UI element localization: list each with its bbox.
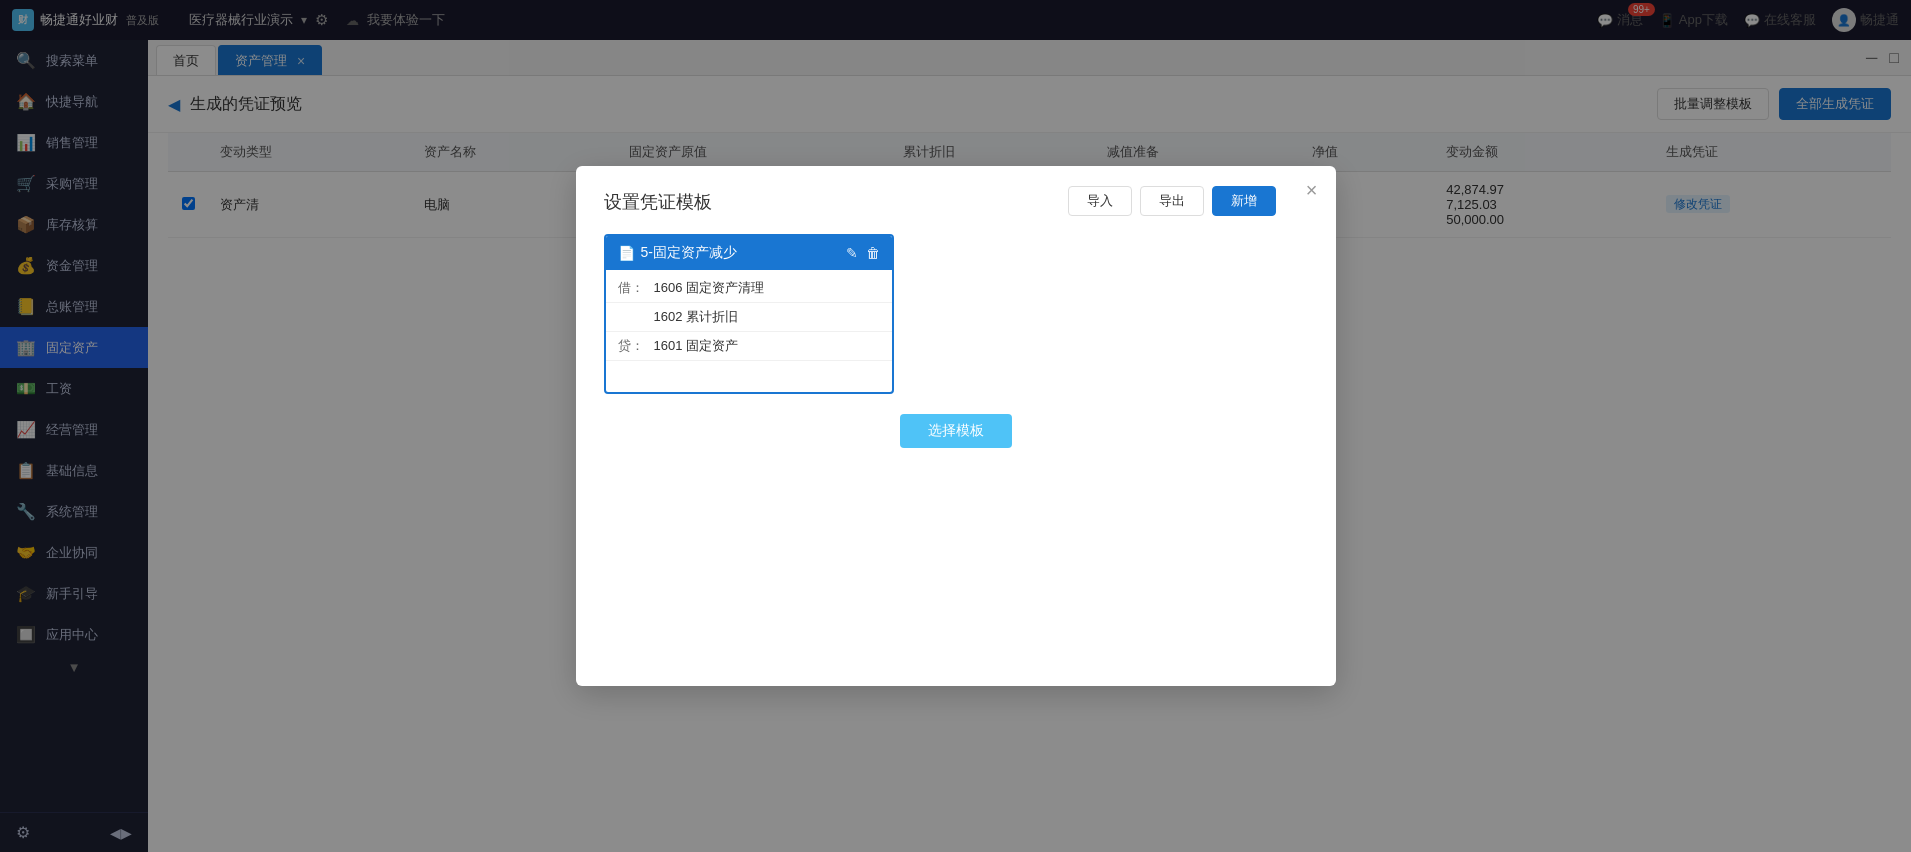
row-code-3: 1601 固定资产 (654, 337, 739, 355)
row-code-1: 1606 固定资产清理 (654, 279, 765, 297)
new-template-btn[interactable]: 新增 (1212, 186, 1276, 216)
template-row-3: 贷： 1601 固定资产 (606, 332, 892, 361)
choose-template-btn[interactable]: 选择模板 (900, 414, 1012, 448)
row-type-3: 贷： (618, 337, 654, 355)
template-card-header: 📄 5-固定资产减少 ✎ 🗑 (606, 236, 892, 270)
template-delete-icon[interactable]: 🗑 (866, 245, 880, 261)
template-row-empty (606, 361, 892, 385)
template-edit-icon[interactable]: ✎ (846, 245, 858, 261)
import-btn[interactable]: 导入 (1068, 186, 1132, 216)
template-doc-icon: 📄 (618, 245, 635, 261)
template-name: 5-固定资产减少 (641, 244, 737, 262)
template-header-left: 📄 5-固定资产减少 (618, 244, 737, 262)
row-code-2: 1602 累计折旧 (654, 308, 739, 326)
template-row-1: 借： 1606 固定资产清理 (606, 274, 892, 303)
template-card-body: 借： 1606 固定资产清理 借： 1602 累计折旧 贷： 1601 固定资产 (606, 270, 892, 389)
modal-dialog: 设置凭证模板 × 导入 导出 新增 📄 5-固定资产减少 ✎ 🗑 (576, 166, 1336, 686)
template-header-actions: ✎ 🗑 (846, 245, 880, 261)
template-card: 📄 5-固定资产减少 ✎ 🗑 借： 1606 固定资产清理 借： (604, 234, 894, 394)
modal-toolbar: 导入 导出 新增 (1068, 186, 1276, 216)
modal-close-btn[interactable]: × (1306, 180, 1318, 200)
template-list: 📄 5-固定资产减少 ✎ 🗑 借： 1606 固定资产清理 借： (604, 234, 1308, 394)
export-btn[interactable]: 导出 (1140, 186, 1204, 216)
row-type-1: 借： (618, 279, 654, 297)
modal-overlay: 设置凭证模板 × 导入 导出 新增 📄 5-固定资产减少 ✎ 🗑 (0, 0, 1911, 852)
template-row-2: 借： 1602 累计折旧 (606, 303, 892, 332)
